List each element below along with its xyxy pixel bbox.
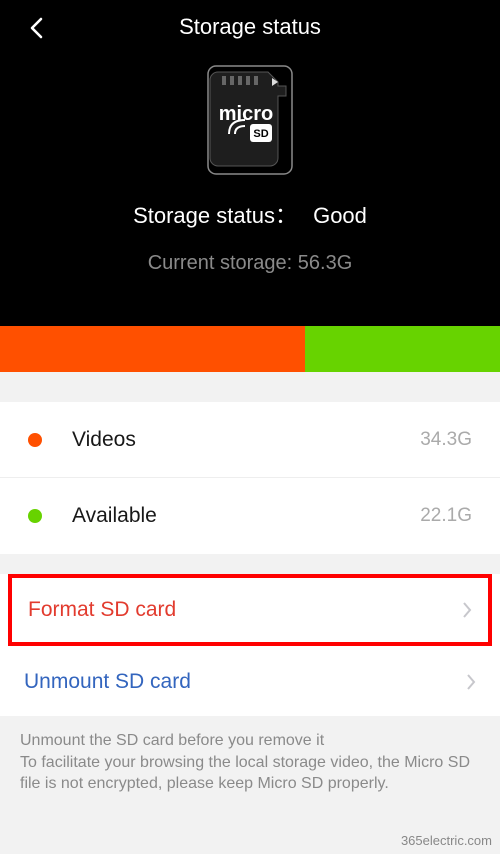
- page-title: Storage status: [0, 8, 500, 40]
- storage-status-line: Storage status： Good: [0, 198, 500, 230]
- svg-text:micro: micro: [219, 103, 273, 125]
- storage-status-value: Good: [313, 203, 367, 228]
- note-line-2: To facilitate your browsing the local st…: [20, 752, 480, 795]
- legend-row-videos: Videos 34.3G: [0, 402, 500, 478]
- unmount-sd-card-label: Unmount SD card: [24, 670, 466, 694]
- current-storage-value: 56.3G: [298, 252, 352, 274]
- storage-status-label: Storage status: [133, 203, 275, 228]
- highlight-box: Format SD card: [8, 574, 492, 646]
- storage-bar-videos: [0, 326, 305, 372]
- svg-text:SD: SD: [253, 128, 268, 140]
- chevron-right-icon: [466, 673, 476, 691]
- watermark: 365electric.com: [401, 833, 492, 848]
- footer-note: Unmount the SD card before you remove it…: [0, 716, 500, 795]
- storage-bar-available: [305, 326, 500, 372]
- legend-dot-available: [28, 509, 42, 523]
- legend-value: 22.1G: [420, 505, 472, 527]
- note-line-1: Unmount the SD card before you remove it: [20, 730, 480, 752]
- storage-bar: [0, 326, 500, 372]
- legend-label: Videos: [72, 428, 420, 452]
- chevron-right-icon: [462, 601, 472, 619]
- legend-value: 34.3G: [420, 429, 472, 451]
- back-button[interactable]: [18, 10, 54, 46]
- legend-dot-videos: [28, 433, 42, 447]
- chevron-left-icon: [29, 17, 43, 39]
- legend-list: Videos 34.3G Available 22.1G: [0, 402, 500, 554]
- unmount-sd-card-button[interactable]: Unmount SD card: [0, 648, 500, 716]
- actions-section: Format SD card Unmount SD card: [0, 574, 500, 716]
- current-storage-line: Current storage: 56.3G: [0, 252, 500, 275]
- format-sd-card-button[interactable]: Format SD card: [12, 578, 488, 642]
- legend-row-available: Available 22.1G: [0, 478, 500, 554]
- sd-card-icon: micro SD: [206, 64, 294, 176]
- format-sd-card-label: Format SD card: [28, 598, 462, 622]
- legend-label: Available: [72, 504, 420, 528]
- current-storage-label: Current storage: [148, 252, 287, 274]
